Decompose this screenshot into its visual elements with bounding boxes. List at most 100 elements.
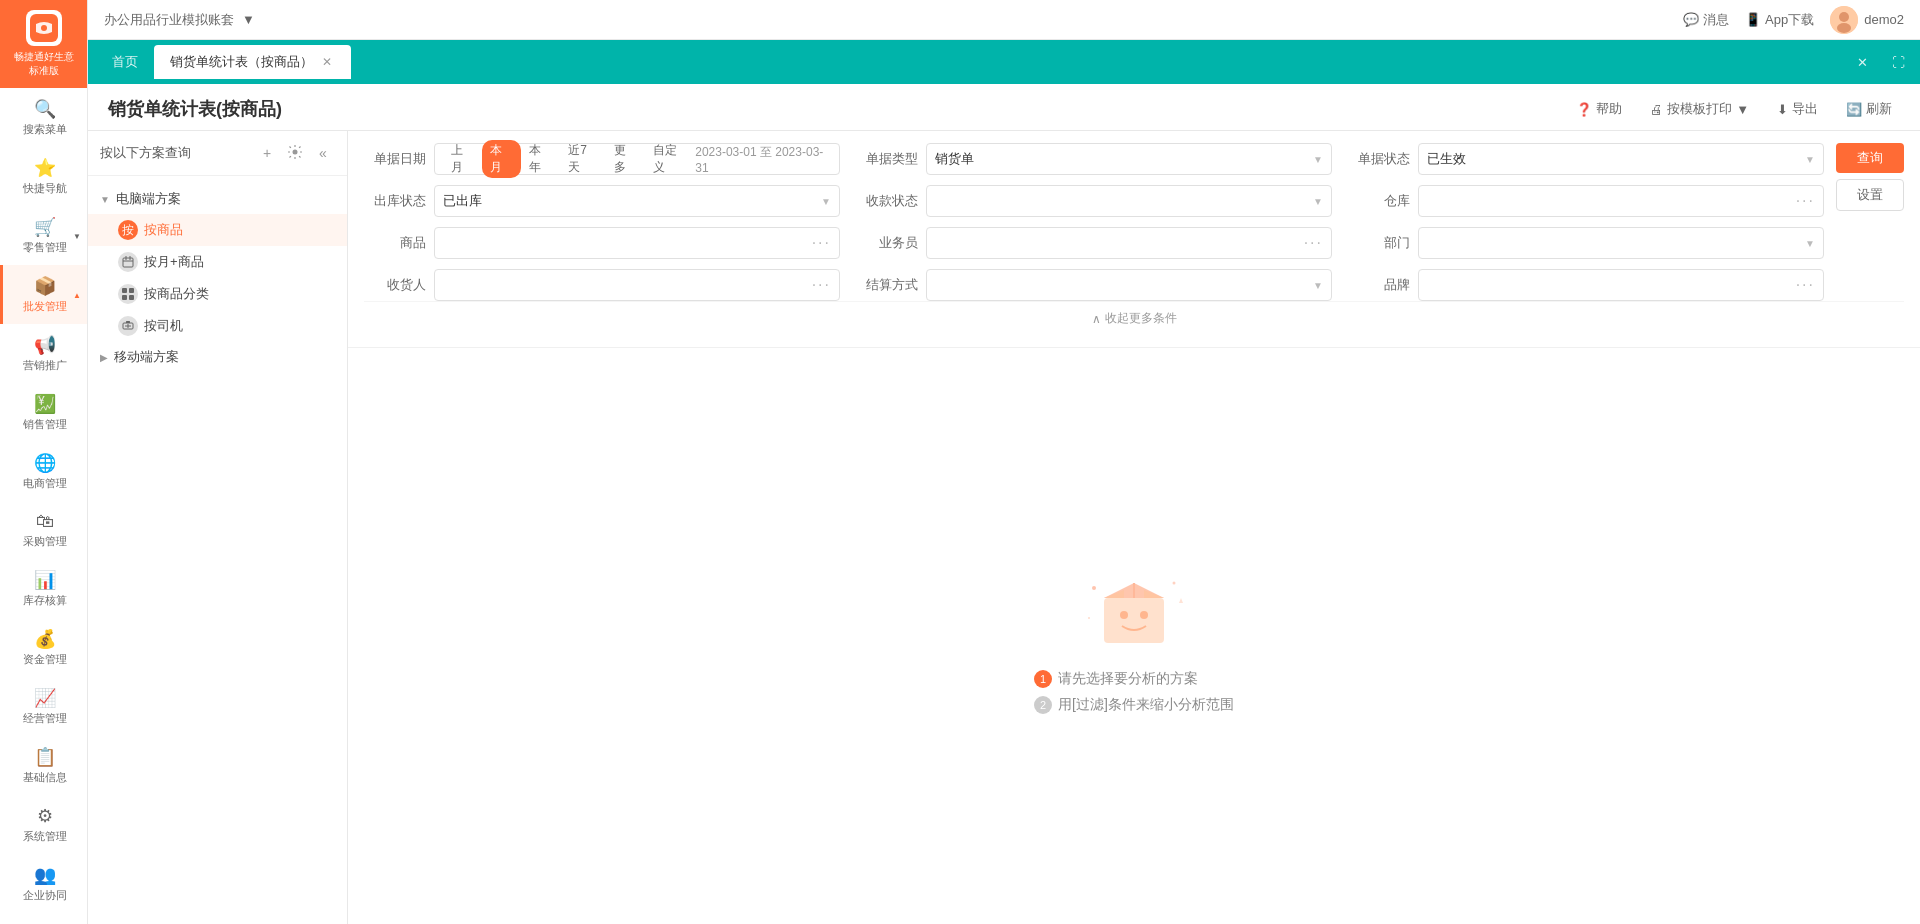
settings-icon (288, 145, 302, 162)
brand-dots-icon[interactable]: ··· (1796, 276, 1815, 294)
print-btn[interactable]: 🖨 按模板打印 ▼ (1642, 96, 1757, 122)
recipient-dots-icon[interactable]: ··· (812, 276, 831, 294)
sidebar-item-corp-collab[interactable]: 👥 企业协同 (0, 854, 87, 913)
tree-child-by-driver[interactable]: 按司机 (88, 310, 347, 342)
panel-header-left: 按以下方案查询 (100, 144, 191, 162)
date-btn-this-year[interactable]: 本年 (521, 140, 560, 178)
brand-control[interactable]: ··· (1418, 269, 1824, 301)
out-status-arrow-icon: ▼ (821, 196, 831, 207)
tab-close-icon[interactable]: ✕ (319, 54, 335, 70)
doc-type-arrow-icon: ▼ (1313, 154, 1323, 165)
app-name: 畅捷通好生意 (14, 50, 74, 64)
tab-fullscreen-btn[interactable]: ⛶ (1884, 48, 1912, 76)
sidebar-item-ops[interactable]: 📈 经营管理 (0, 677, 87, 736)
sidebar-item-sales[interactable]: 💹 销售管理 (0, 383, 87, 442)
sidebar-item-ecom[interactable]: 🌐 电商管理 (0, 442, 87, 501)
collapse-bar[interactable]: ∧ 收起更多条件 (364, 301, 1904, 335)
salesperson-control[interactable]: ··· (926, 227, 1332, 259)
sidebar-item-retail[interactable]: 🛒 零售管理 (0, 206, 87, 265)
tree-child-by-product-label: 按商品 (144, 221, 183, 239)
tab-close-all-btn[interactable]: ✕ (1848, 48, 1876, 76)
sidebar-item-quick-nav[interactable]: ⭐ 快捷导航 (0, 147, 87, 206)
message-btn[interactable]: 💬 消息 (1683, 11, 1729, 29)
app-download-btn[interactable]: 📱 App下载 (1745, 11, 1814, 29)
recipient-control[interactable]: ··· (434, 269, 840, 301)
tab-home-label: 首页 (112, 53, 138, 71)
help-btn[interactable]: ❓ 帮助 (1568, 96, 1630, 122)
salesperson-dots-icon[interactable]: ··· (1304, 234, 1323, 252)
filter-row-1-wrapper: 单据日期 上月 本月 本年 近7天 更多 自定义 2023-03-01 至 (364, 143, 1904, 301)
scheme-icon-by-category (118, 284, 138, 304)
receipt-status-label: 收款状态 (856, 192, 926, 210)
tree-pc-parent[interactable]: ▼ 电脑端方案 (88, 184, 347, 214)
svg-point-5 (293, 149, 298, 154)
tree-mobile-parent[interactable]: ▶ 移动端方案 (88, 342, 347, 372)
filter-rows-main: 单据日期 上月 本月 本年 近7天 更多 自定义 2023-03-01 至 (364, 143, 1824, 301)
sidebar-item-inventory[interactable]: 📊 库存核算 (0, 559, 87, 618)
product-control[interactable]: ··· (434, 227, 840, 259)
settings-scheme-btn[interactable] (283, 141, 307, 165)
sidebar-item-wholesale[interactable]: 📦 批发管理 (0, 265, 87, 324)
fullscreen-icon: ⛶ (1892, 55, 1905, 70)
collapse-panel-btn[interactable]: « (311, 141, 335, 165)
left-panel-header: 按以下方案查询 + (88, 131, 347, 176)
sidebar-item-label-ecom: 电商管理 (23, 476, 67, 491)
doc-status-control[interactable]: 已生效 ▼ (1418, 143, 1824, 175)
app-logo[interactable]: 畅捷通好生意 标准版 (0, 0, 87, 88)
date-btn-more[interactable]: 更多 (606, 140, 645, 178)
tab-home[interactable]: 首页 (96, 45, 154, 79)
product-dots-icon[interactable]: ··· (812, 234, 831, 252)
export-btn[interactable]: ⬇ 导出 (1769, 96, 1826, 122)
tree-child-by-product[interactable]: 按 按商品 (88, 214, 347, 246)
date-range-value: 2023-03-01 至 2023-03-31 (695, 144, 831, 175)
page-header: 销货单统计表(按商品) ❓ 帮助 🖨 按模板打印 ▼ ⬇ 导出 🔄 刷新 (88, 84, 1920, 131)
globe-icon: 🌐 (34, 452, 56, 474)
sidebar-item-purchase[interactable]: 🛍 采购管理 (0, 501, 87, 559)
tree-child-by-category[interactable]: 按商品分类 (88, 278, 347, 310)
logo-icon (26, 10, 62, 46)
date-btn-this-month[interactable]: 本月 (482, 140, 521, 178)
sidebar-item-label-ops: 经营管理 (23, 711, 67, 726)
settings-button[interactable]: 设置 (1836, 179, 1904, 211)
sidebar-item-search[interactable]: 🔍 搜索菜单 (0, 88, 87, 147)
sidebar-item-marketing[interactable]: 📢 营销推广 (0, 324, 87, 383)
tree-child-by-month-product[interactable]: 按月+商品 (88, 246, 347, 278)
doc-type-control[interactable]: 销货单 ▼ (926, 143, 1332, 175)
user-menu[interactable]: demo2 (1830, 6, 1904, 34)
scheme-icon-by-driver (118, 316, 138, 336)
query-actions: 查询 设置 (1824, 143, 1904, 211)
doc-status-label: 单据状态 (1348, 150, 1418, 168)
department-control[interactable]: ▼ (1418, 227, 1824, 259)
sidebar-item-label-search: 搜索菜单 (23, 122, 67, 137)
query-button[interactable]: 查询 (1836, 143, 1904, 173)
help-icon: ❓ (1576, 102, 1592, 117)
svg-rect-11 (129, 288, 134, 293)
people-icon: 👥 (34, 864, 56, 886)
date-btn-last-month[interactable]: 上月 (443, 140, 482, 178)
search-icon: 🔍 (34, 98, 56, 120)
payment-method-control[interactable]: ▼ (926, 269, 1332, 301)
warehouse-control[interactable]: ··· (1418, 185, 1824, 217)
warehouse-dots-icon[interactable]: ··· (1796, 192, 1815, 210)
sidebar-item-new-guide[interactable]: 🎯 新手引导 (0, 913, 87, 924)
filter-row-date: 单据日期 上月 本月 本年 近7天 更多 自定义 2023-03-01 至 (364, 143, 1824, 175)
tree-child-by-month-product-label: 按月+商品 (144, 253, 204, 271)
print-label: 按模板打印 (1667, 100, 1732, 118)
tip-num-1: 1 (1034, 670, 1052, 688)
tree-pc-label: 电脑端方案 (116, 190, 181, 208)
export-icon: ⬇ (1777, 102, 1788, 117)
add-scheme-btn[interactable]: + (255, 141, 279, 165)
sidebar-item-finance[interactable]: 💰 资金管理 (0, 618, 87, 677)
refresh-btn[interactable]: 🔄 刷新 (1838, 96, 1900, 122)
date-btn-custom[interactable]: 自定义 (645, 140, 696, 178)
out-status-control[interactable]: 已出库 ▼ (434, 185, 840, 217)
date-filter-control[interactable]: 上月 本月 本年 近7天 更多 自定义 2023-03-01 至 2023-03… (434, 143, 840, 175)
sidebar-item-system[interactable]: ⚙ 系统管理 (0, 795, 87, 854)
tab-bar: 首页 销货单统计表（按商品） ✕ ✕ ⛶ (88, 40, 1920, 84)
tab-sales-stat[interactable]: 销货单统计表（按商品） ✕ (154, 45, 351, 79)
workspace-selector[interactable]: 办公用品行业模拟账套 ▼ (104, 11, 255, 29)
sidebar-item-basic[interactable]: 📋 基础信息 (0, 736, 87, 795)
date-btn-7days[interactable]: 近7天 (560, 140, 605, 178)
right-area: 单据日期 上月 本月 本年 近7天 更多 自定义 2023-03-01 至 (348, 131, 1920, 924)
receipt-status-control[interactable]: ▼ (926, 185, 1332, 217)
